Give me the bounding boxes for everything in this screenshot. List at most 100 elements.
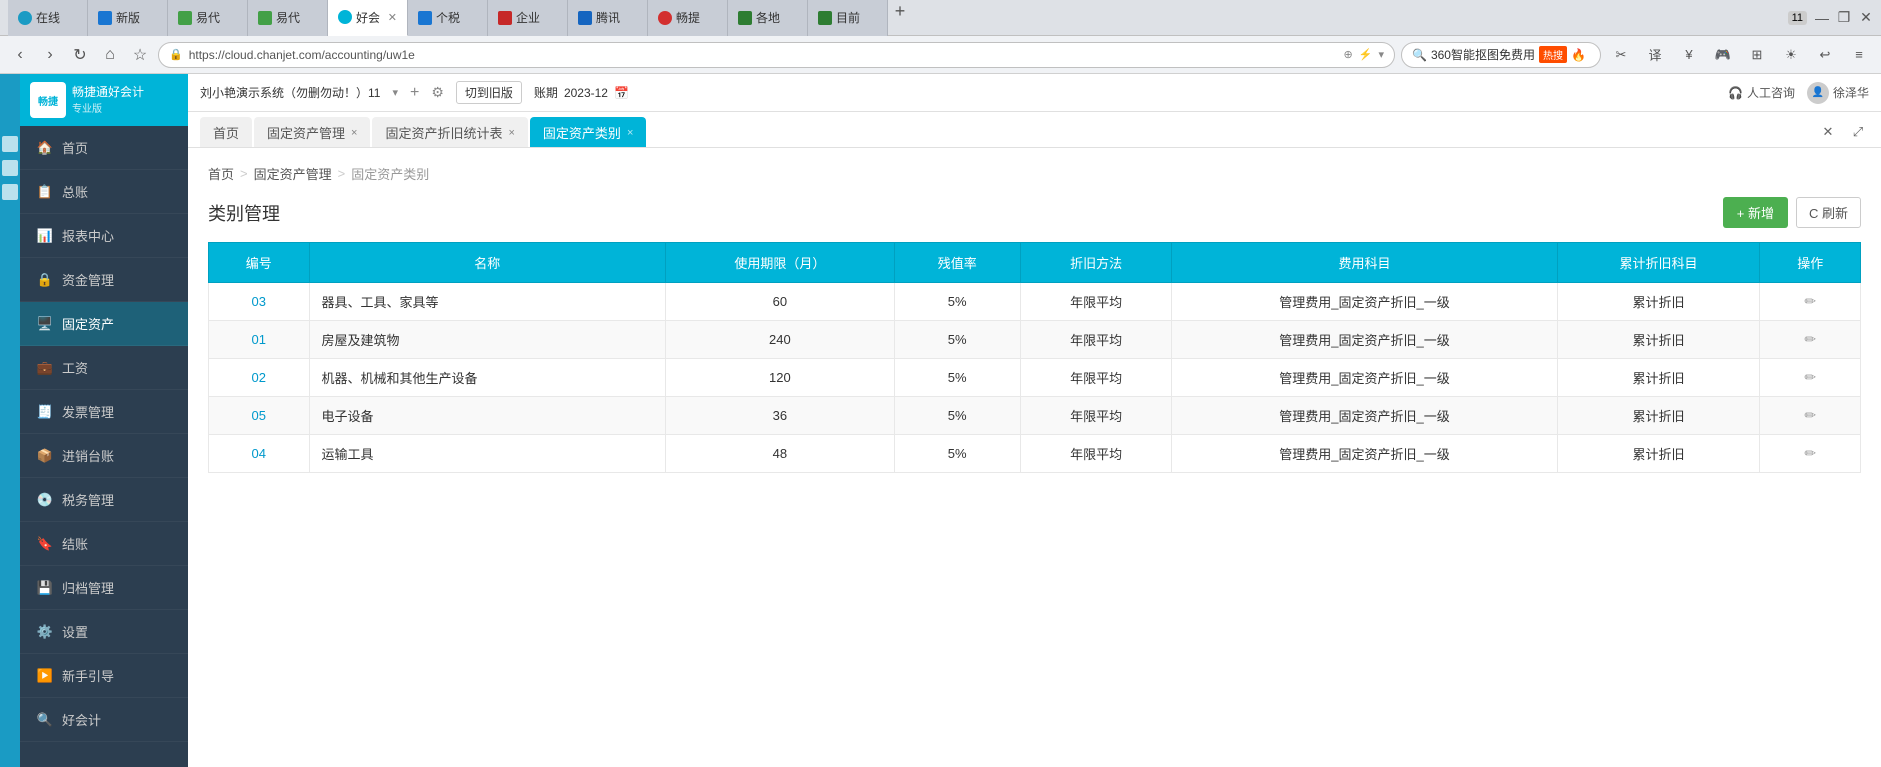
sidebar-item-fixed-asset[interactable]: 🖥️ 固定资产 xyxy=(20,302,188,346)
add-account-btn[interactable]: + xyxy=(410,84,419,102)
translate-icon[interactable]: 译 xyxy=(1641,41,1669,69)
cell-method-2: 年限平均 xyxy=(1020,359,1172,397)
browser-tab-2[interactable]: 新版 xyxy=(88,0,168,36)
sidebar-item-ledger[interactable]: 📋 总账 xyxy=(20,170,188,214)
page-actions: + 新增 C 刷新 xyxy=(1723,197,1861,228)
sidebar-item-hotline[interactable]: 🔍 好会计 xyxy=(20,698,188,742)
sun-icon[interactable]: ☀ xyxy=(1777,41,1805,69)
edit-btn-2[interactable]: ✏ xyxy=(1804,369,1816,385)
browser-tab-5[interactable]: 好会 ✕ xyxy=(328,0,408,36)
browser-tab-1[interactable]: 在线 xyxy=(8,0,88,36)
user-dropdown-icon[interactable]: ▾ xyxy=(392,86,398,99)
breadcrumb-home[interactable]: 首页 xyxy=(208,164,234,183)
sidebar-item-settings[interactable]: ⚙️ 设置 xyxy=(20,610,188,654)
sidebar-item-fund[interactable]: 🔒 资金管理 xyxy=(20,258,188,302)
bookmark-btn[interactable]: ☆ xyxy=(128,43,152,67)
new-tab-btn[interactable]: + xyxy=(888,0,912,24)
maximize-tab-btn[interactable]: ⤢ xyxy=(1847,121,1869,143)
browser-tab-11[interactable]: 目前 xyxy=(808,0,888,36)
scissors-icon[interactable]: ✂ xyxy=(1607,41,1635,69)
sidebar-header[interactable]: 畅捷 畅捷通好会计 专业版 xyxy=(20,74,188,126)
search-text: 360智能抠图免费用 xyxy=(1431,46,1535,63)
close-btn[interactable]: ✕ xyxy=(1859,11,1873,25)
period-info: 账期 2023-12 📅 xyxy=(534,84,629,101)
cell-id-4[interactable]: 04 xyxy=(209,435,310,473)
menu-icon[interactable]: ≡ xyxy=(1845,41,1873,69)
cell-id-3[interactable]: 05 xyxy=(209,397,310,435)
sidebar-item-home[interactable]: 🏠 首页 xyxy=(20,126,188,170)
cell-id-2[interactable]: 02 xyxy=(209,359,310,397)
undo-icon[interactable]: ↩ xyxy=(1811,41,1839,69)
sidebar-item-guide[interactable]: ▶️ 新手引导 xyxy=(20,654,188,698)
browser-tab-10[interactable]: 各地 xyxy=(728,0,808,36)
tab-fixed-depreciation[interactable]: 固定资产折旧统计表 × xyxy=(372,117,527,147)
refresh-btn[interactable]: C 刷新 xyxy=(1796,197,1861,228)
home-nav-btn[interactable]: ⌂ xyxy=(98,43,122,67)
search-bar[interactable]: 🔍 360智能抠图免费用 热搜 🔥 xyxy=(1401,42,1601,68)
sidebar-item-checkout[interactable]: 🔖 结账 xyxy=(20,522,188,566)
breadcrumb-fixed-mgmt[interactable]: 固定资产管理 xyxy=(254,164,332,183)
close-all-tabs-btn[interactable]: ✕ xyxy=(1817,121,1839,143)
sidebar-label-report: 报表中心 xyxy=(62,226,114,245)
window-controls: 11 — ❐ ✕ xyxy=(1788,11,1873,25)
tab-home[interactable]: 首页 xyxy=(200,117,252,147)
tab-fixed-mgmt-close-icon[interactable]: × xyxy=(351,127,357,139)
browser-tab-6[interactable]: 个税 xyxy=(408,0,488,36)
dropdown-icon[interactable]: ▾ xyxy=(1378,48,1384,61)
tab-fixed-depreciation-close-icon[interactable]: × xyxy=(508,127,514,139)
back-btn[interactable]: ‹ xyxy=(8,43,32,67)
tab-3-label: 易代 xyxy=(196,9,220,26)
cell-action-3: ✏ xyxy=(1760,397,1861,435)
calendar-icon[interactable]: 📅 xyxy=(614,86,629,100)
browser-tab-4[interactable]: 易代 xyxy=(248,0,328,36)
browser-tab-8[interactable]: 腾讯 xyxy=(568,0,648,36)
tab-fixed-mgmt[interactable]: 固定资产管理 × xyxy=(254,117,370,147)
tab-fixed-category[interactable]: 固定资产类别 × xyxy=(530,117,646,147)
edit-btn-1[interactable]: ✏ xyxy=(1804,331,1816,347)
sidebar-item-invoice[interactable]: 🧾 发票管理 xyxy=(20,390,188,434)
tab-5-close-icon[interactable]: ✕ xyxy=(388,11,397,24)
url-bar[interactable]: 🔒 https://cloud.chanjet.com/accounting/u… xyxy=(158,42,1395,68)
col-header-residual: 残值率 xyxy=(894,243,1020,283)
edit-btn-3[interactable]: ✏ xyxy=(1804,407,1816,423)
sidebar-item-tax[interactable]: 💿 税务管理 xyxy=(20,478,188,522)
edit-btn-0[interactable]: ✏ xyxy=(1804,293,1816,309)
app-title: 畅捷通好会计 xyxy=(72,85,144,101)
cell-id-1[interactable]: 01 xyxy=(209,321,310,359)
sidebar-label-stock: 进销台账 xyxy=(62,446,114,465)
tab-7-label: 企业 xyxy=(516,9,540,26)
cell-id-0[interactable]: 03 xyxy=(209,283,310,321)
service-btn[interactable]: 🎧 人工咨询 xyxy=(1728,84,1795,101)
browser-tab-3[interactable]: 易代 xyxy=(168,0,248,36)
col-header-action: 操作 xyxy=(1760,243,1861,283)
minimize-btn[interactable]: — xyxy=(1815,11,1829,25)
sidebar-item-archive[interactable]: 💾 归档管理 xyxy=(20,566,188,610)
sidebar-item-salary[interactable]: 💼 工资 xyxy=(20,346,188,390)
browser-tab-9[interactable]: 畅提 xyxy=(648,0,728,36)
tab-count-badge: 11 xyxy=(1788,11,1807,25)
browser-tab-7[interactable]: 企业 xyxy=(488,0,568,36)
reload-btn[interactable]: ↻ xyxy=(68,43,92,67)
sidebar-item-report[interactable]: 📊 报表中心 xyxy=(20,214,188,258)
checkout-icon: 🔖 xyxy=(36,535,54,553)
period-value: 2023-12 xyxy=(564,86,608,100)
tab-fixed-depreciation-label: 固定资产折旧统计表 xyxy=(385,123,502,142)
cell-method-1: 年限平均 xyxy=(1020,321,1172,359)
cell-name-1: 房屋及建筑物 xyxy=(309,321,666,359)
grid-icon[interactable]: ⊞ xyxy=(1743,41,1771,69)
forward-btn[interactable]: › xyxy=(38,43,62,67)
restore-btn[interactable]: ❐ xyxy=(1837,11,1851,25)
edit-btn-4[interactable]: ✏ xyxy=(1804,445,1816,461)
game-icon[interactable]: 🎮 xyxy=(1709,41,1737,69)
site-info-icon: ⊕ xyxy=(1344,48,1353,61)
sidebar-label-tax: 税务管理 xyxy=(62,490,114,509)
user-profile-btn[interactable]: 👤 徐泽华 xyxy=(1807,82,1869,104)
tab-8-label: 腾讯 xyxy=(596,9,620,26)
sidebar-item-stock[interactable]: 📦 进销台账 xyxy=(20,434,188,478)
switch-version-btn[interactable]: 切到旧版 xyxy=(456,81,522,104)
settings-gear-icon[interactable]: ⚙ xyxy=(431,84,444,101)
add-btn[interactable]: + 新增 xyxy=(1723,197,1788,228)
wallet-icon[interactable]: ¥ xyxy=(1675,41,1703,69)
tab-fixed-category-close-icon[interactable]: × xyxy=(627,127,633,139)
period-label: 账期 xyxy=(534,84,558,101)
